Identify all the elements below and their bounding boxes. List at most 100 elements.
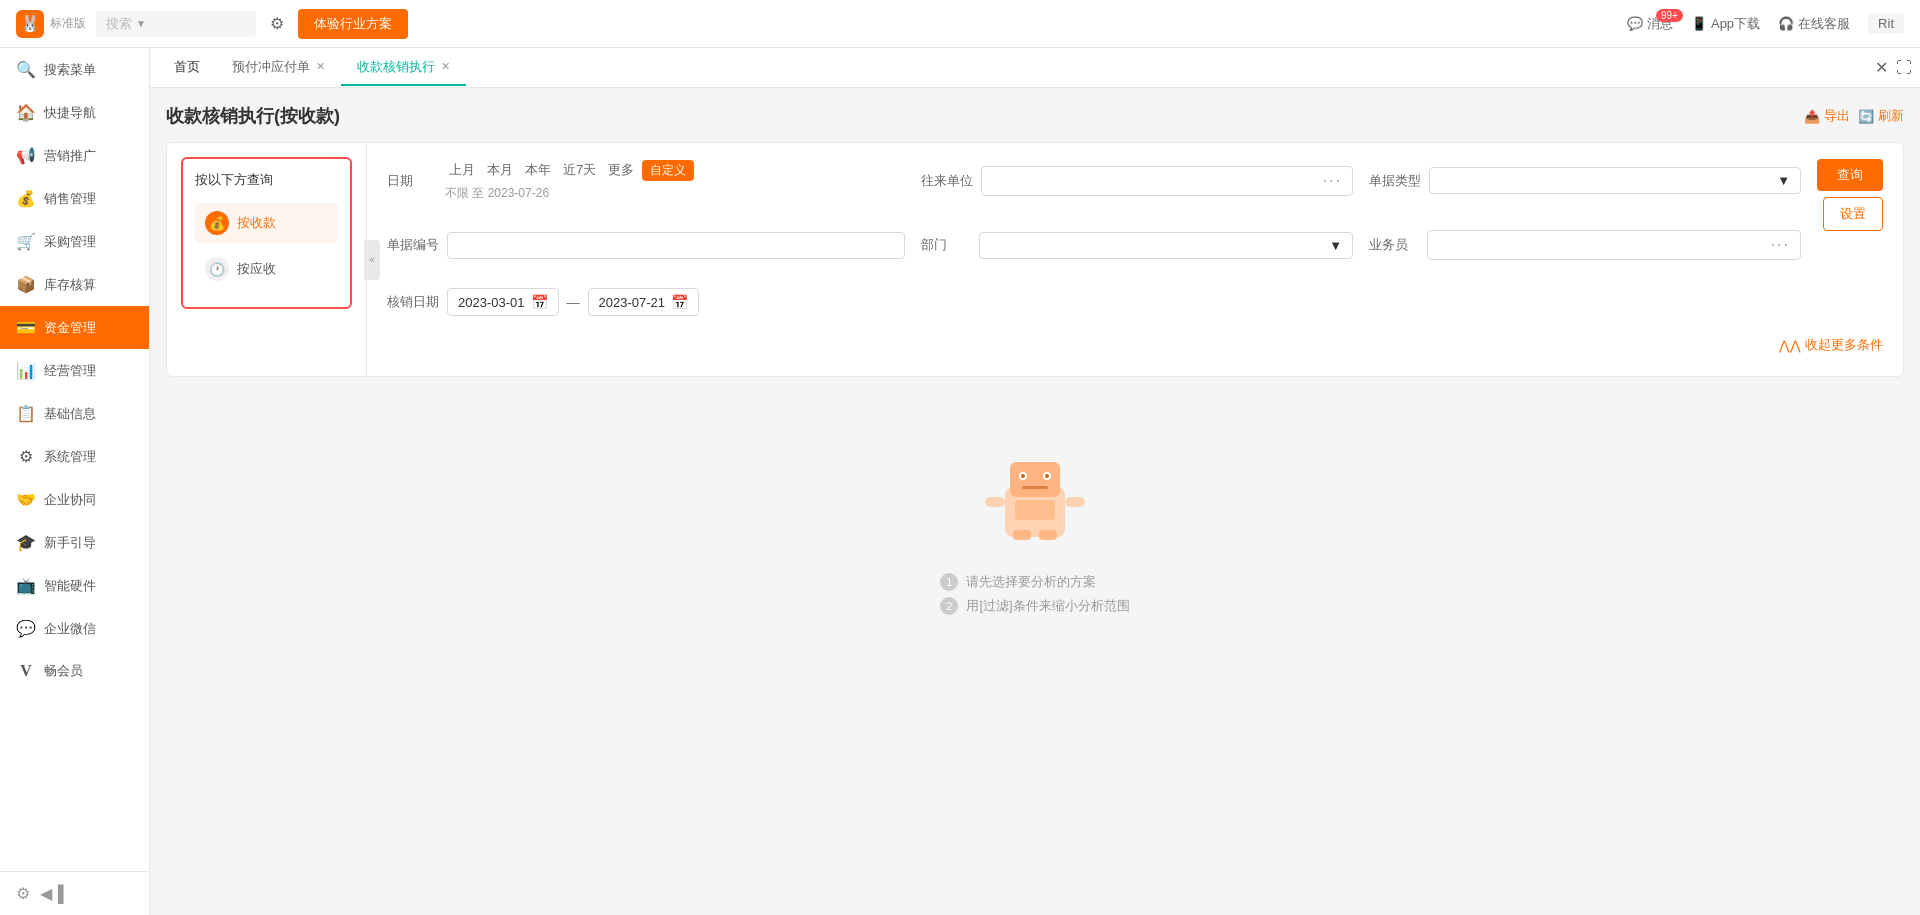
salesperson-select[interactable]: ··· [1427, 230, 1801, 260]
bill-no-input[interactable] [447, 232, 905, 259]
search-box[interactable]: 搜索 ▼ [96, 11, 256, 37]
calendar-start-icon[interactable]: 📅 [531, 294, 548, 310]
sidebar-item-inventory[interactable]: 📦 库存核算 [0, 263, 149, 306]
cart-icon: 🛒 [16, 232, 36, 251]
counterparty-label: 往来单位 [921, 172, 973, 190]
home-icon: 🏠 [16, 103, 36, 122]
page-title: 收款核销执行(按收款) [166, 104, 340, 128]
sidebar-item-marketing[interactable]: 📢 营销推广 [0, 134, 149, 177]
writeoff-end-value: 2023-07-21 [599, 295, 666, 310]
message-button[interactable]: 💬 消息 99+ [1627, 15, 1673, 33]
sidebar-item-operations[interactable]: 📊 经营管理 [0, 349, 149, 392]
brand-label: 标准版 [50, 15, 86, 32]
query-button[interactable]: 查询 [1817, 159, 1883, 191]
empty-illustration [980, 442, 1090, 552]
bill-type-arrow-icon: ▼ [1777, 173, 1790, 188]
sidebar-item-basic-info[interactable]: 📋 基础信息 [0, 392, 149, 435]
writeoff-date-end-input[interactable]: 2023-07-21 📅 [588, 288, 700, 316]
sidebar-item-finance[interactable]: 💳 资金管理 [0, 306, 149, 349]
hint-num-1: 1 [940, 573, 958, 591]
sidebar-item-member[interactable]: V 畅会员 [0, 650, 149, 692]
receipt-option-icon: 💰 [205, 211, 229, 235]
date-7days[interactable]: 近7天 [559, 159, 600, 181]
counterparty-select[interactable]: ··· [981, 166, 1353, 196]
sidebar-item-guide[interactable]: 🎓 新手引导 [0, 521, 149, 564]
date-this-month[interactable]: 本月 [483, 159, 517, 181]
user-label: Rit [1878, 16, 1894, 31]
setting-button[interactable]: 设置 [1823, 197, 1883, 231]
sidebar-item-label: 企业微信 [44, 620, 96, 638]
date-label: 日期 [387, 172, 437, 190]
svg-rect-6 [1022, 486, 1048, 489]
refresh-button[interactable]: 🔄 刷新 [1858, 107, 1904, 125]
tab-fullscreen-icon[interactable]: ⛶ [1896, 59, 1912, 77]
settings-bottom-icon[interactable]: ⚙ [16, 884, 30, 903]
service-icon: 🎧 [1778, 16, 1794, 31]
logo-icon: 🐰 [16, 10, 44, 38]
writeoff-start-value: 2023-03-01 [458, 295, 525, 310]
solution-button[interactable]: 体验行业方案 [298, 9, 408, 39]
page-header-actions: 📤 导出 🔄 刷新 [1804, 107, 1904, 125]
app-download-button[interactable]: 📱 App下载 [1691, 15, 1760, 33]
svg-point-4 [1021, 474, 1025, 478]
tab-bar: 首页 预付冲应付单 ✕ 收款核销执行 ✕ ✕ ⛶ [150, 48, 1920, 88]
chart-icon: 📊 [16, 361, 36, 380]
hint-num-2: 2 [940, 597, 958, 615]
bill-type-select[interactable]: ▼ [1429, 167, 1801, 194]
sidebar-item-label: 系统管理 [44, 448, 96, 466]
calendar-end-icon[interactable]: 📅 [671, 294, 688, 310]
sidebar-item-label: 快捷导航 [44, 104, 96, 122]
filter-row-2: 单据编号 部门 ▼ [387, 230, 1801, 260]
user-menu[interactable]: Rit [1868, 13, 1904, 34]
filter-option-by-receipt[interactable]: 💰 按收款 [195, 203, 338, 243]
search-icon: 🔍 [16, 60, 36, 79]
date-custom-badge[interactable]: 自定义 [642, 160, 694, 181]
date-last-month[interactable]: 上月 [445, 159, 479, 181]
filter-row-1: 日期 上月 本月 本年 近7天 更多 自定义 [387, 159, 1801, 202]
collapse-sidebar-icon[interactable]: ◀▐ [40, 884, 63, 903]
collapse-filter-panel-button[interactable]: « [364, 240, 380, 280]
collapse-more-button[interactable]: ⋀⋀ 收起更多条件 [387, 330, 1883, 360]
filter-option-receipt-label: 按收款 [237, 214, 276, 232]
svg-rect-11 [1039, 530, 1057, 540]
counterparty-field: 往来单位 ··· [921, 166, 1353, 196]
svg-rect-8 [1065, 497, 1085, 507]
writeoff-date-start-input[interactable]: 2023-03-01 📅 [447, 288, 559, 316]
tab-home-label: 首页 [174, 58, 200, 76]
sidebar-item-label: 营销推广 [44, 147, 96, 165]
refresh-icon: 🔄 [1858, 109, 1874, 124]
sidebar-item-wechat[interactable]: 💬 企业微信 [0, 607, 149, 650]
tab-home[interactable]: 首页 [158, 50, 216, 86]
export-label: 导出 [1824, 107, 1850, 125]
date-this-year[interactable]: 本年 [521, 159, 555, 181]
filter-option-by-receivable[interactable]: 🕐 按应收 [195, 249, 338, 289]
sidebar-item-label: 畅会员 [44, 662, 83, 680]
top-bar-right: 💬 消息 99+ 📱 App下载 🎧 在线客服 Rit [1627, 13, 1904, 34]
salesperson-dots-icon: ··· [1771, 236, 1790, 254]
filter-options-border: 按以下方查询 💰 按收款 🕐 按应收 [181, 157, 352, 309]
sidebar-item-hardware[interactable]: 📺 智能硬件 [0, 564, 149, 607]
tab-prepay-close-icon[interactable]: ✕ [316, 60, 325, 73]
online-service-button[interactable]: 🎧 在线客服 [1778, 15, 1850, 33]
filter-left-panel: 按以下方查询 💰 按收款 🕐 按应收 « [167, 143, 367, 376]
sidebar-item-search-menu[interactable]: 🔍 搜索菜单 [0, 48, 149, 91]
export-button[interactable]: 📤 导出 [1804, 107, 1850, 125]
gear-icon[interactable]: ⚙ [270, 14, 284, 33]
sidebar-item-sales[interactable]: 💰 销售管理 [0, 177, 149, 220]
refresh-label: 刷新 [1878, 107, 1904, 125]
tab-receipt-writeoff[interactable]: 收款核销执行 ✕ [341, 50, 466, 86]
tab-receipt-writeoff-close-icon[interactable]: ✕ [441, 60, 450, 73]
sidebar-item-system[interactable]: ⚙ 系统管理 [0, 435, 149, 478]
tab-prepay[interactable]: 预付冲应付单 ✕ [216, 50, 341, 86]
sidebar-item-purchase[interactable]: 🛒 采购管理 [0, 220, 149, 263]
bill-type-field: 单据类型 ▼ [1369, 167, 1801, 194]
app-icon: 📱 [1691, 16, 1707, 31]
dept-select[interactable]: ▼ [979, 232, 1353, 259]
date-field: 日期 上月 本月 本年 近7天 更多 自定义 [387, 159, 905, 202]
tab-close-all-icon[interactable]: ✕ [1875, 58, 1888, 77]
logo-area: 🐰 标准版 [16, 10, 86, 38]
sidebar-item-enterprise[interactable]: 🤝 企业协同 [0, 478, 149, 521]
sales-icon: 💰 [16, 189, 36, 208]
sidebar-item-quick-nav[interactable]: 🏠 快捷导航 [0, 91, 149, 134]
date-more[interactable]: 更多 [604, 159, 638, 181]
